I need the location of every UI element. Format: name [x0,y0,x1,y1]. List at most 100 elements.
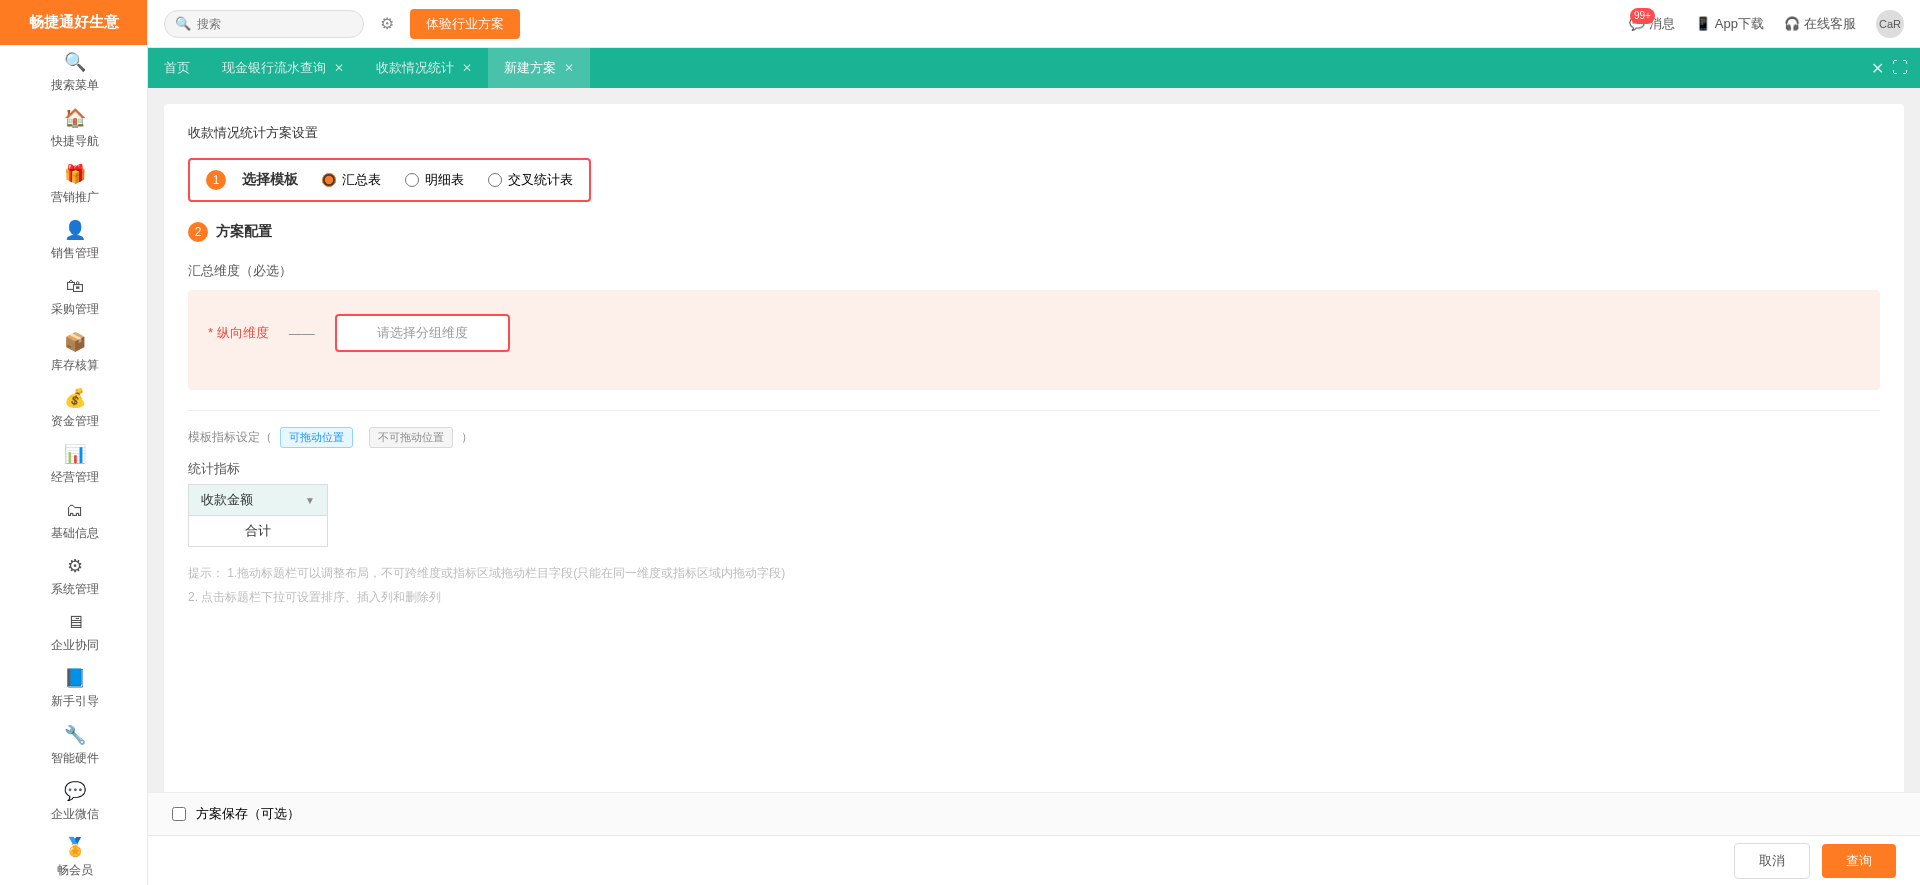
save-checkbox[interactable] [172,807,186,821]
tab-cash-flow-close[interactable]: ✕ [334,61,344,75]
tab-home[interactable]: 首页 [148,48,206,88]
stats-label: 统计指标 [188,460,328,478]
online-support-item[interactable]: 🎧 在线客服 [1784,15,1856,33]
sidebar-item-quick-nav[interactable]: 🏠 快捷导航 [0,101,147,157]
step1-badge: 1 [206,170,226,190]
step2-row: 2 方案配置 [188,222,1880,242]
sidebar-item-finance[interactable]: 💰 资金管理 [0,381,147,437]
content-card: 收款情况统计方案设置 1 选择模板 汇总表 明细表 交 [164,104,1904,809]
radio-detail-input[interactable] [405,173,419,187]
trial-button[interactable]: 体验行业方案 [410,9,520,39]
metrics-table-area: 统计指标 收款金额 ▼ 合计 [188,460,1880,547]
stats-table: 收款金额 ▼ 合计 [188,484,328,547]
stats-group: 统计指标 收款金额 ▼ 合计 [188,460,328,547]
sidebar-label-base-info: 基础信息 [51,525,99,542]
sidebar-item-member[interactable]: 🏅 畅会员 [0,829,147,885]
sidebar-item-corp-wechat[interactable]: 💬 企业微信 [0,773,147,829]
template-radio-group: 汇总表 明细表 交叉统计表 [322,171,573,189]
sidebar-label-corp-wechat: 企业微信 [51,806,99,823]
sidebar-item-operation[interactable]: 📊 经营管理 [0,437,147,493]
col-header-label: 收款金额 [201,491,253,509]
stats-table-cell-total: 合计 [189,516,327,546]
tab-receipt-stats-close[interactable]: ✕ [462,61,472,75]
search-box[interactable]: 🔍 [164,10,364,38]
tab-receipt-stats-label: 收款情况统计 [376,59,454,77]
book-icon: 📘 [64,667,86,689]
step1-box: 1 选择模板 汇总表 明细表 交叉统计表 [188,158,591,202]
radio-detail[interactable]: 明细表 [405,171,464,189]
step1-row: 1 选择模板 汇总表 明细表 交叉统计表 [188,158,1880,202]
sidebar-item-corp[interactable]: 🖥 企业协同 [0,605,147,661]
sidebar-label-operation: 经营管理 [51,469,99,486]
sidebar-item-system[interactable]: ⚙ 系统管理 [0,549,147,605]
chevron-down-icon[interactable]: ▼ [305,495,315,506]
sidebar-item-marketing[interactable]: 🎁 营销推广 [0,157,147,213]
user-name: CaR [1876,10,1904,38]
tab-new-plan[interactable]: 新建方案 ✕ [488,48,590,88]
logo-text: 畅捷通好生意 [29,13,119,32]
step2-section: 2 方案配置 汇总维度（必选） * 纵向维度 —— 请选择分组维度 模板指标设定… [188,222,1880,608]
tab-new-plan-label: 新建方案 [504,59,556,77]
app-icon: 📱 [1695,16,1711,31]
sidebar-item-purchase[interactable]: 🛍 采购管理 [0,269,147,325]
tab-cash-flow[interactable]: 现金银行流水查询 ✕ [206,48,360,88]
sidebar-item-sales[interactable]: 👤 销售管理 [0,213,147,269]
tab-home-label: 首页 [164,59,190,77]
dimension-section-label: 汇总维度（必选） [188,262,1880,280]
monitor-icon: 🖥 [66,612,84,633]
step1-label: 选择模板 [242,171,298,189]
app-download-label: App下载 [1715,15,1764,33]
metrics-label-end: ） [461,429,473,446]
maximize-icon[interactable]: ⛶ [1892,59,1908,77]
radio-summary[interactable]: 汇总表 [322,171,381,189]
tab-receipt-stats[interactable]: 收款情况统计 ✕ [360,48,488,88]
dimension-placeholder: 请选择分组维度 [377,325,468,340]
sidebar-label-newbie: 新手引导 [51,693,99,710]
notification-item[interactable]: 💬 99+ 消息 [1629,15,1675,33]
dimension-row: * 纵向维度 —— 请选择分组维度 [208,314,1860,352]
notification-badge: 99+ [1630,8,1655,24]
radio-summary-input[interactable] [322,173,336,187]
radio-detail-label: 明细表 [425,171,464,189]
sidebar: 畅捷通好生意 🔍 搜索菜单 🏠 快捷导航 🎁 营销推广 👤 销售管理 🛍 采购管… [0,0,148,885]
user-icon: 👤 [64,219,86,241]
dimension-arrow: —— [289,326,315,341]
search-input[interactable] [197,17,337,31]
close-window-icon[interactable]: ✕ [1871,59,1884,78]
tab-bar: 首页 现金银行流水查询 ✕ 收款情况统计 ✕ 新建方案 ✕ ✕ ⛶ [148,48,1920,88]
sidebar-item-inventory[interactable]: 📦 库存核算 [0,325,147,381]
vertical-dimension-label: * 纵向维度 [208,324,269,342]
step2-label: 方案配置 [216,223,272,241]
user-avatar[interactable]: CaR [1876,10,1904,38]
sidebar-logo: 畅捷通好生意 [0,0,147,45]
tab-new-plan-close[interactable]: ✕ [564,61,574,75]
hint-text-area: 提示： 1.拖动标题栏可以调整布局，不可跨维度或指标区域拖动栏目字段(只能在同一… [188,563,1880,608]
chat-icon: 💬 [64,780,86,802]
save-label: 方案保存（可选） [196,805,300,823]
sidebar-label-smart-hw: 智能硬件 [51,750,99,767]
tag-fixed: 不可拖动位置 [369,427,453,448]
settings-icon[interactable]: ⚙ [380,14,394,33]
header: 🔍 ⚙ 体验行业方案 💬 99+ 消息 📱 App下载 🎧 在线客服 CaR [148,0,1920,48]
radio-cross[interactable]: 交叉统计表 [488,171,573,189]
tabs-window-controls: ✕ ⛶ [1871,59,1920,78]
stats-table-header[interactable]: 收款金额 ▼ [189,485,327,516]
sidebar-item-search-menu[interactable]: 🔍 搜索菜单 [0,45,147,101]
radio-cross-input[interactable] [488,173,502,187]
support-icon: 🎧 [1784,16,1800,31]
hardware-icon: 🔧 [64,724,86,746]
home-icon: 🏠 [64,107,86,129]
query-button[interactable]: 查询 [1822,844,1896,878]
app-download-item[interactable]: 📱 App下载 [1695,15,1764,33]
sidebar-item-newbie[interactable]: 📘 新手引导 [0,661,147,717]
sidebar-item-base-info[interactable]: 🗂 基础信息 [0,493,147,549]
medal-icon: 🏅 [64,836,86,858]
chart-icon: 📊 [64,443,86,465]
divider [188,410,1880,411]
sidebar-label-sales: 销售管理 [51,245,99,262]
cancel-button[interactable]: 取消 [1734,843,1810,879]
sidebar-item-smart-hw[interactable]: 🔧 智能硬件 [0,717,147,773]
dimension-select[interactable]: 请选择分组维度 [335,314,510,352]
page-breadcrumb: 收款情况统计方案设置 [188,124,1880,142]
sidebar-label-quick-nav: 快捷导航 [51,133,99,150]
